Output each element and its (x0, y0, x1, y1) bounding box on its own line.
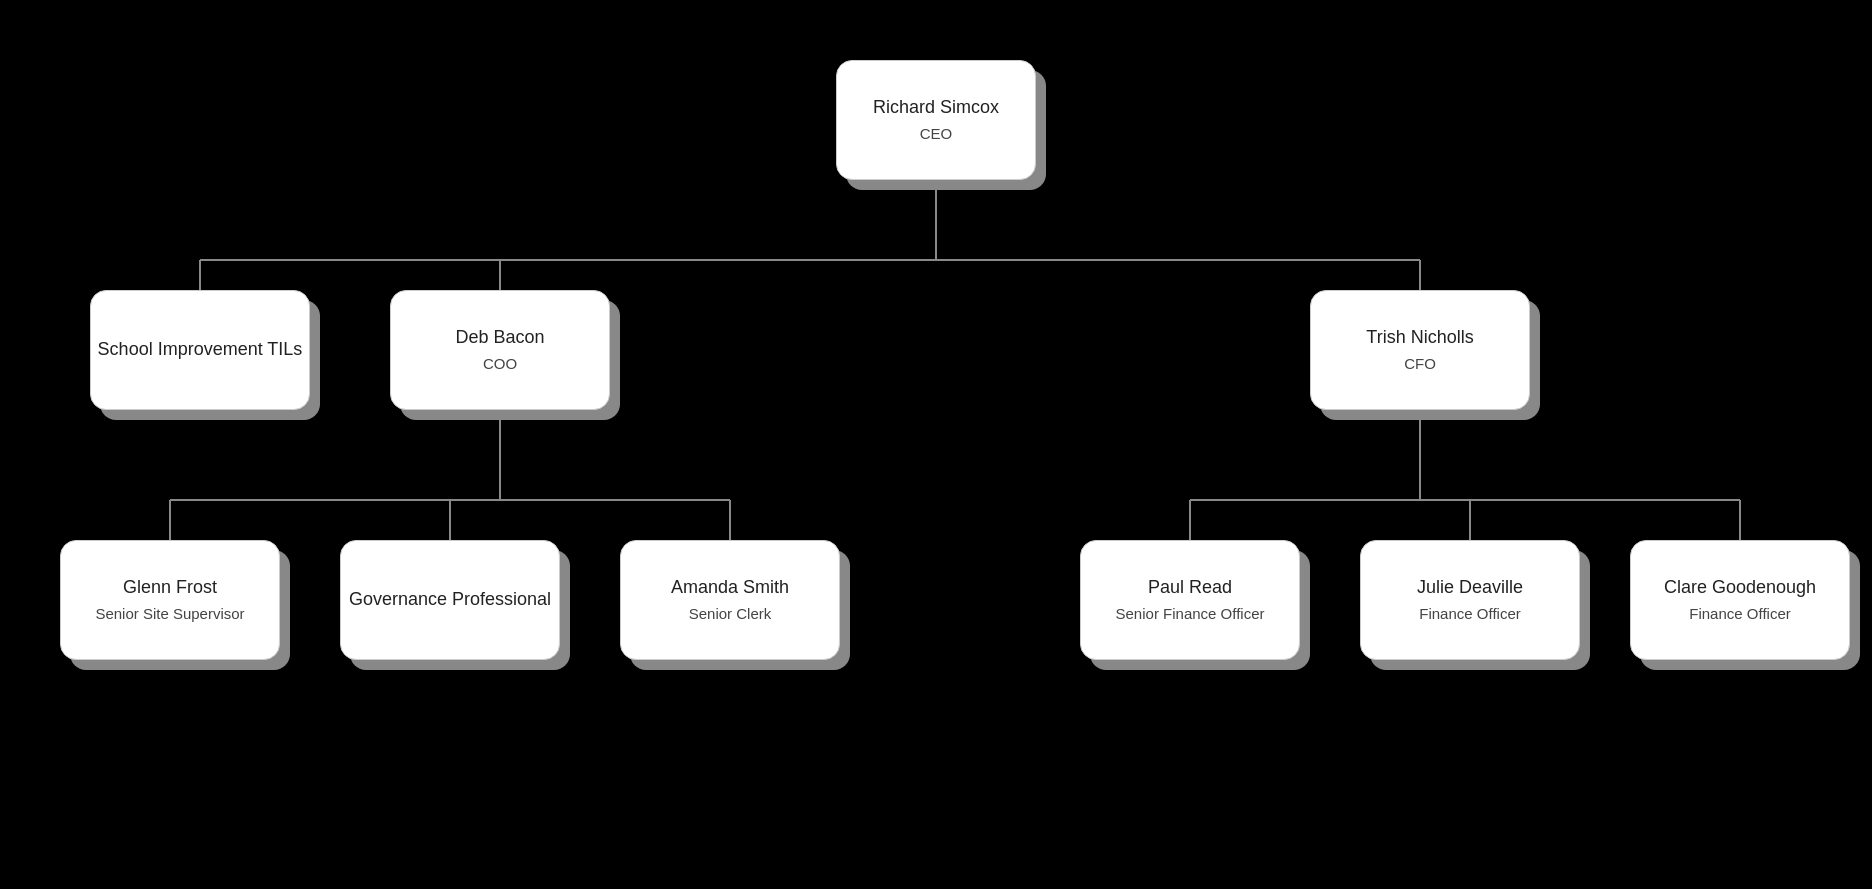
glenn-frost-title: Senior Site Supervisor (95, 605, 244, 623)
paul-read-node: Paul Read Senior Finance Officer (1080, 540, 1300, 660)
amanda-smith-node: Amanda Smith Senior Clerk (620, 540, 840, 660)
org-chart: Richard Simcox CEO School Improvement TI… (0, 0, 1872, 889)
trish-nicholls-name: Trish Nicholls (1366, 327, 1473, 349)
ceo-node: Richard Simcox CEO (836, 60, 1036, 180)
julie-deaville-name: Julie Deaville (1417, 577, 1523, 599)
governance-node: Governance Professional (340, 540, 560, 660)
glenn-frost-node: Glenn Frost Senior Site Supervisor (60, 540, 280, 660)
julie-deaville-node: Julie Deaville Finance Officer (1360, 540, 1580, 660)
governance-name: Governance Professional (349, 589, 551, 611)
trish-nicholls-node: Trish Nicholls CFO (1310, 290, 1530, 410)
julie-deaville-title: Finance Officer (1419, 605, 1520, 623)
amanda-smith-name: Amanda Smith (671, 577, 789, 599)
deb-bacon-name: Deb Bacon (455, 327, 544, 349)
deb-bacon-node: Deb Bacon COO (390, 290, 610, 410)
glenn-frost-name: Glenn Frost (123, 577, 217, 599)
school-improvement-node: School Improvement TILs (90, 290, 310, 410)
paul-read-name: Paul Read (1148, 577, 1232, 599)
ceo-name: Richard Simcox (873, 97, 999, 119)
clare-goodenough-name: Clare Goodenough (1664, 577, 1816, 599)
ceo-title: CEO (920, 125, 953, 143)
amanda-smith-title: Senior Clerk (689, 605, 772, 623)
deb-bacon-title: COO (483, 355, 517, 373)
paul-read-title: Senior Finance Officer (1116, 605, 1265, 623)
school-improvement-name: School Improvement TILs (98, 339, 303, 361)
trish-nicholls-title: CFO (1404, 355, 1436, 373)
clare-goodenough-node: Clare Goodenough Finance Officer (1630, 540, 1850, 660)
clare-goodenough-title: Finance Officer (1689, 605, 1790, 623)
